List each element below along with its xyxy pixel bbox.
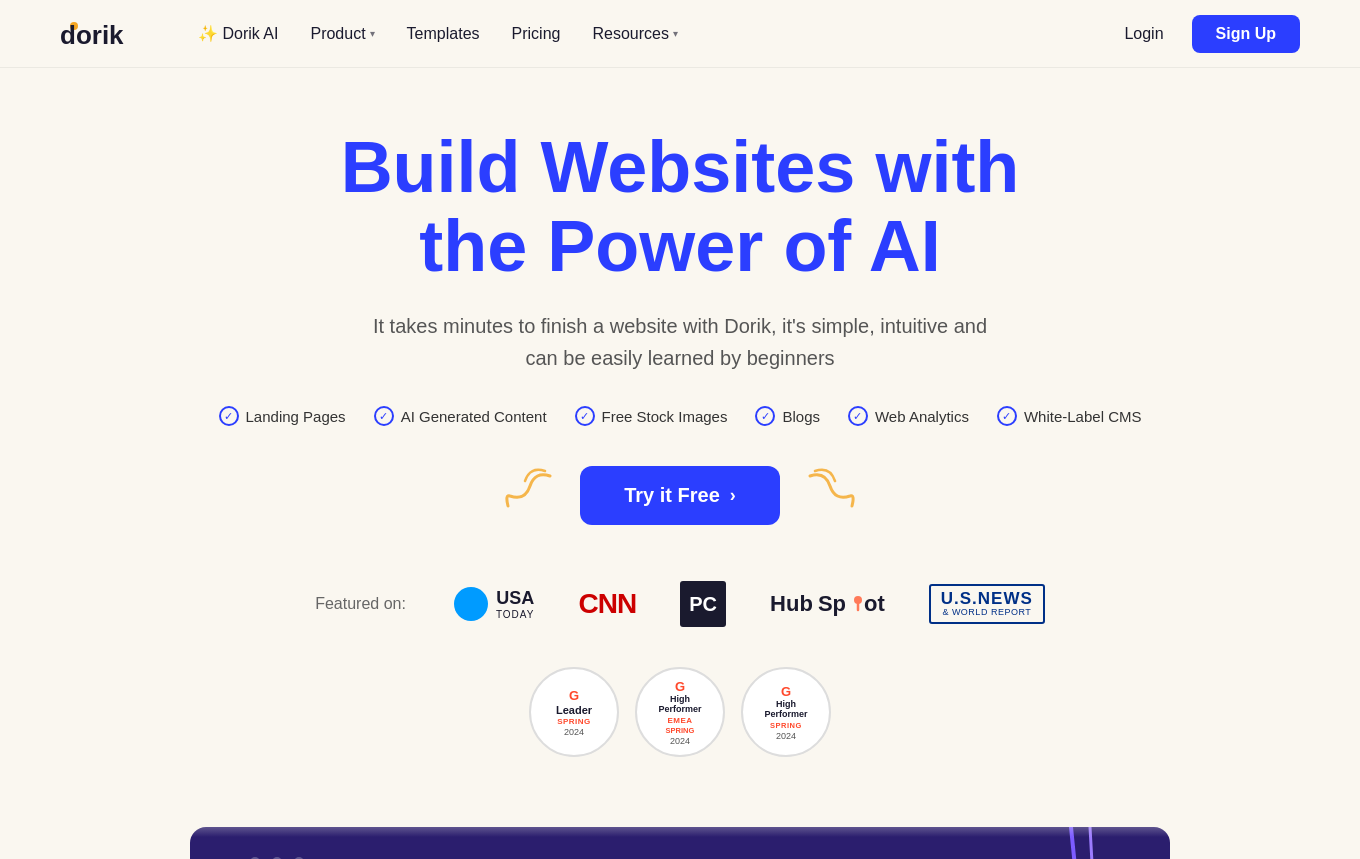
badge-hpe-g: G xyxy=(675,679,685,694)
feature-label-ai-content: AI Generated Content xyxy=(401,408,547,425)
feature-stock-images: ✓ Free Stock Images xyxy=(575,406,728,426)
hubspot-dot-svg xyxy=(846,595,864,613)
logo-us-news: U.S.NEWS & WORLD REPORT xyxy=(929,584,1045,624)
hero-features: ✓ Landing Pages ✓ AI Generated Content ✓… xyxy=(219,406,1142,426)
try-it-free-button[interactable]: Try it Free › xyxy=(580,466,780,525)
feature-label-web-analytics: Web Analytics xyxy=(875,408,969,425)
resources-chevron-icon: ▾ xyxy=(673,28,678,39)
usa-today-dot xyxy=(454,587,488,621)
badge-hp-g: G xyxy=(781,684,791,699)
nav-pricing-label: Pricing xyxy=(512,25,561,43)
featured-section: Featured on: USA TODAY CNN PC Hub Sp xyxy=(315,581,1045,627)
logo[interactable]: dorik xyxy=(60,16,150,52)
feature-web-analytics: ✓ Web Analytics xyxy=(848,406,969,426)
badge-hp-title: HighPerformer xyxy=(764,700,807,720)
hero-title: Build Websites with the Power of AI xyxy=(341,128,1020,286)
check-icon-white-label: ✓ xyxy=(997,406,1017,426)
check-icon-stock-images: ✓ xyxy=(575,406,595,426)
hero-title-line1: Build Websites with xyxy=(341,127,1020,207)
logo-text-svg: dorik xyxy=(60,20,124,50)
logo-svg: dorik xyxy=(60,16,150,52)
nav-resources[interactable]: Resources ▾ xyxy=(580,17,689,51)
hero-subtitle: It takes minutes to finish a website wit… xyxy=(360,310,1000,374)
hubspot-spot: Sp ot xyxy=(818,591,885,617)
hubspot-text: Hub xyxy=(770,591,813,617)
feature-label-landing-pages: Landing Pages xyxy=(246,408,346,425)
feature-label-blogs: Blogs xyxy=(782,408,820,425)
badge-hpe-season: SPRING xyxy=(666,726,695,735)
pc-text: PC xyxy=(689,593,717,616)
us-news-text-block: U.S.NEWS & WORLD REPORT xyxy=(941,590,1033,618)
feature-label-stock-images: Free Stock Images xyxy=(602,408,728,425)
feature-landing-pages: ✓ Landing Pages xyxy=(219,406,346,426)
nav-links: ✨ Dorik AI Product ▾ Templates Pricing R… xyxy=(186,16,690,51)
cta-label: Try it Free xyxy=(624,484,720,507)
feature-label-white-label: White-Label CMS xyxy=(1024,408,1142,425)
preview-top-fade xyxy=(190,797,1170,837)
nav-product-label: Product xyxy=(310,25,365,43)
nav-ai-label: ✨ Dorik AI xyxy=(198,24,278,43)
feature-ai-content: ✓ AI Generated Content xyxy=(374,406,547,426)
squiggle-right-icon xyxy=(800,466,860,526)
badges-section: G Leader SPRING 2024 G HighPerformer EME… xyxy=(529,667,831,757)
badge-leader-year: 2024 xyxy=(564,727,584,737)
product-chevron-icon: ▾ xyxy=(370,28,375,39)
us-news-top: U.S.NEWS xyxy=(941,590,1033,607)
arrow-right-icon: › xyxy=(730,485,736,506)
badge-high-performer-emea: G HighPerformer EMEA SPRING 2024 xyxy=(635,667,725,757)
nav-templates[interactable]: Templates xyxy=(395,17,492,51)
navbar: dorik ✨ Dorik AI Product ▾ Templates Pri… xyxy=(0,0,1360,68)
feature-blogs: ✓ Blogs xyxy=(755,406,820,426)
feature-white-label: ✓ White-Label CMS xyxy=(997,406,1142,426)
hubspot-ot-text: ot xyxy=(864,591,885,617)
logo-hubspot: Hub Sp ot xyxy=(770,591,885,617)
cta-wrapper: Try it Free › xyxy=(580,466,780,525)
logo-cnn: CNN xyxy=(578,588,636,620)
signup-button[interactable]: Sign Up xyxy=(1192,15,1300,53)
badge-leader-season: SPRING xyxy=(557,717,591,726)
check-icon-landing-pages: ✓ xyxy=(219,406,239,426)
nav-pricing[interactable]: Pricing xyxy=(500,17,573,51)
login-label: Login xyxy=(1124,25,1163,42)
usa-today-text: USA TODAY xyxy=(496,589,535,620)
badge-hp-year: 2024 xyxy=(776,731,796,741)
badge-leader-g: G xyxy=(569,688,579,703)
login-button[interactable]: Login xyxy=(1112,17,1175,51)
check-icon-ai-content: ✓ xyxy=(374,406,394,426)
featured-label: Featured on: xyxy=(315,595,406,613)
navbar-left: dorik ✨ Dorik AI Product ▾ Templates Pri… xyxy=(60,16,690,52)
us-news-bottom: & WORLD REPORT xyxy=(941,607,1033,618)
preview-section xyxy=(190,797,1170,859)
nav-product[interactable]: Product ▾ xyxy=(298,17,386,51)
squiggle-left-icon xyxy=(500,466,560,526)
logo-usa-today: USA TODAY xyxy=(454,587,535,621)
featured-logos: USA TODAY CNN PC Hub Sp ot xyxy=(454,581,1045,627)
logo-pc-mag: PC xyxy=(680,581,726,627)
badge-hpe-title: HighPerformer xyxy=(658,695,701,715)
badge-hp-season: SPRING xyxy=(770,721,802,730)
navbar-right: Login Sign Up xyxy=(1112,15,1300,53)
nav-ai[interactable]: ✨ Dorik AI xyxy=(186,16,290,51)
nav-resources-label: Resources xyxy=(592,25,668,43)
hubspot-spot-text: Sp xyxy=(818,591,846,617)
badge-hpe-subtitle: EMEA xyxy=(667,716,692,725)
check-icon-blogs: ✓ xyxy=(755,406,775,426)
badge-high-performer: G HighPerformer SPRING 2024 xyxy=(741,667,831,757)
hero-section: Build Websites with the Power of AI It t… xyxy=(0,68,1360,859)
signup-label: Sign Up xyxy=(1216,25,1276,42)
nav-templates-label: Templates xyxy=(407,25,480,43)
badge-leader: G Leader SPRING 2024 xyxy=(529,667,619,757)
hero-title-line2: the Power of AI xyxy=(419,206,940,286)
badge-leader-title: Leader xyxy=(556,704,592,716)
badge-hpe-year: 2024 xyxy=(670,736,690,746)
check-icon-web-analytics: ✓ xyxy=(848,406,868,426)
